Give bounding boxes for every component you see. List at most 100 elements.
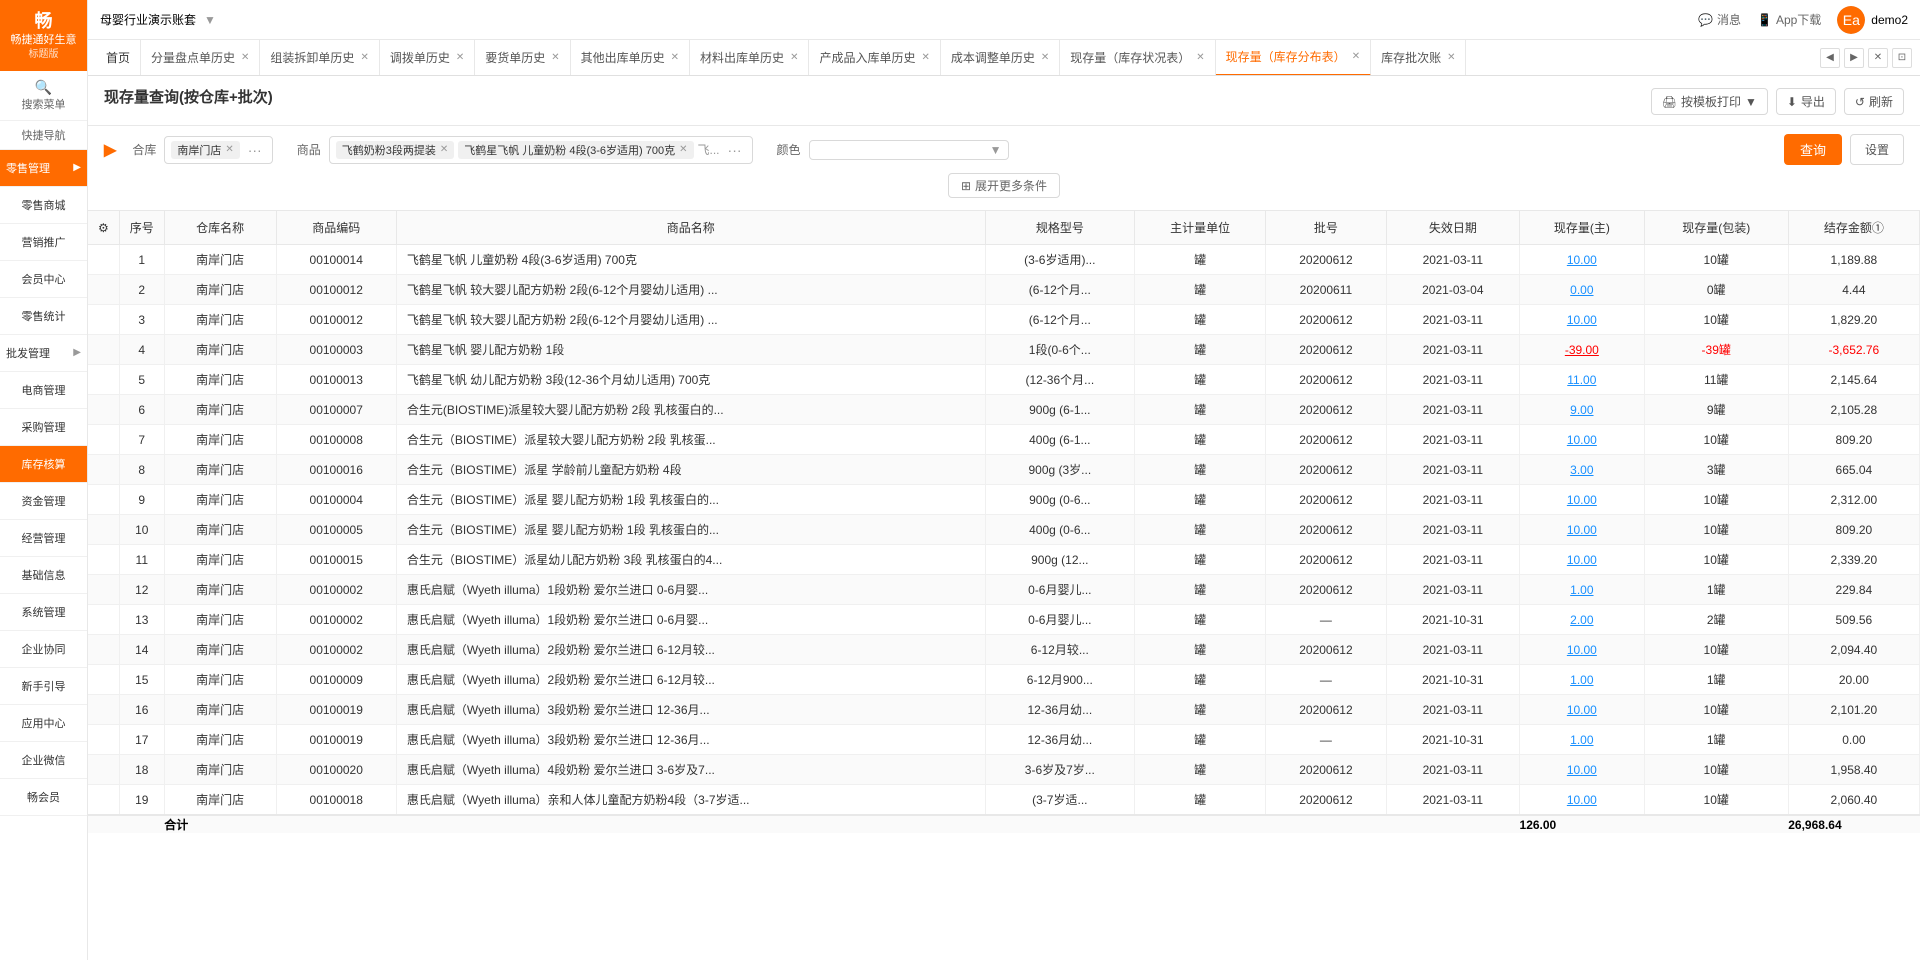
tab-close-icon[interactable]: ✕ <box>456 52 464 63</box>
tab-close-icon[interactable]: ✕ <box>1352 51 1360 62</box>
color-input[interactable]: ▼ <box>809 140 1009 160</box>
export-btn[interactable]: ⬇ 导出 <box>1776 88 1836 115</box>
sidebar-item-ecommerce[interactable]: 电商管理 <box>0 372 87 409</box>
tab-inventory-status[interactable]: 现存量（库存状况表） ✕ <box>1060 40 1215 76</box>
sidebar-item-finance[interactable]: 资金管理 <box>0 483 87 520</box>
sidebar-item-operations[interactable]: 经营管理 <box>0 520 87 557</box>
tab-requisition-history[interactable]: 要货单历史 ✕ <box>475 40 570 76</box>
cell-qty-main[interactable]: 3.00 <box>1520 455 1645 485</box>
message-btn[interactable]: 💬 消息 <box>1698 11 1741 28</box>
sidebar-item-app-center[interactable]: 应用中心 <box>0 705 87 742</box>
sidebar-item-marketing[interactable]: 营销推广 <box>0 224 87 261</box>
tab-other-outbound[interactable]: 其他出库单历史 ✕ <box>571 40 690 76</box>
sidebar-item-enterprise[interactable]: 企业协同 <box>0 631 87 668</box>
sidebar-item-system[interactable]: 系统管理 <box>0 594 87 631</box>
tab-material-outbound[interactable]: 材料出库单历史 ✕ <box>690 40 809 76</box>
tab-close-icon[interactable]: ✕ <box>671 52 679 63</box>
user-menu[interactable]: Ea demo2 <box>1837 6 1908 34</box>
cell-qty-main[interactable]: 9.00 <box>1520 395 1645 425</box>
cell-qty-main[interactable]: -39.00 <box>1520 335 1645 365</box>
tab-close-icon[interactable]: ✕ <box>551 52 559 63</box>
cell-qty-main[interactable]: 10.00 <box>1520 785 1645 816</box>
cell-qty-pkg: 10罐 <box>1644 635 1788 665</box>
tab-split-history[interactable]: 分量盘点单历史 ✕ <box>141 40 260 76</box>
sidebar-item-inventory[interactable]: 库存核算 <box>0 446 87 483</box>
product-tag-0-close[interactable]: ✕ <box>440 144 448 155</box>
cell-qty-main[interactable]: 1.00 <box>1520 725 1645 755</box>
tab-home[interactable]: 首页 <box>96 40 141 76</box>
tabs-close-btn[interactable]: ✕ <box>1868 48 1888 68</box>
app-download-btn[interactable]: 📱 App下载 <box>1757 11 1821 28</box>
warehouse-input[interactable]: 南岸门店 ✕ ··· <box>164 136 272 164</box>
warehouse-more-btn[interactable]: ··· <box>244 142 266 158</box>
tab-close-icon[interactable]: ✕ <box>360 52 368 63</box>
tab-disassemble-history[interactable]: 组装拆卸单历史 ✕ <box>260 40 379 76</box>
cell-qty-main[interactable]: 10.00 <box>1520 515 1645 545</box>
cell-spec: 1段(0-6个... <box>985 335 1134 365</box>
tab-close-icon[interactable]: ✕ <box>1447 52 1455 63</box>
tab-close-icon[interactable]: ✕ <box>921 52 929 63</box>
tabs-next-btn[interactable]: ▶ <box>1844 48 1864 68</box>
tab-product-inbound[interactable]: 产成品入库单历史 ✕ <box>809 40 940 76</box>
warehouse-tag-close[interactable]: ✕ <box>225 144 233 155</box>
table-row: 14南岸门店00100002惠氏启赋（Wyeth illuma）2段奶粉 爱尔兰… <box>88 635 1920 665</box>
setting-button[interactable]: 设置 <box>1850 134 1904 165</box>
cell-checkbox <box>88 335 119 365</box>
product-more-btn[interactable]: ··· <box>724 142 746 158</box>
sidebar-item-retail-mgmt[interactable]: 零售管理 ▶ <box>0 150 87 187</box>
filter-expand-btn[interactable]: ▶ <box>104 140 116 160</box>
sidebar-item-vip[interactable]: 畅会员 <box>0 779 87 816</box>
color-dropdown-icon[interactable]: ▼ <box>990 143 1002 157</box>
cell-spec: (6-12个月... <box>985 275 1134 305</box>
tabs-expand-btn[interactable]: ⊡ <box>1892 48 1912 68</box>
sidebar-item-purchase[interactable]: 采购管理 <box>0 409 87 446</box>
cell-qty-main[interactable]: 10.00 <box>1520 545 1645 575</box>
sidebar-item-retail-stats[interactable]: 零售统计 <box>0 298 87 335</box>
tab-inventory-distrib[interactable]: 现存量（库存分布表） ✕ <box>1216 40 1371 76</box>
cell-qty-main[interactable]: 10.00 <box>1520 245 1645 275</box>
cell-qty-main[interactable]: 0.00 <box>1520 275 1645 305</box>
expand-more-btn[interactable]: ⊞ 展开更多条件 <box>948 173 1060 198</box>
print-btn[interactable]: 🖨 按模板打印 ▼ <box>1651 88 1768 115</box>
cell-qty-main[interactable]: 11.00 <box>1520 365 1645 395</box>
cell-spec: 900g (3岁... <box>985 455 1134 485</box>
cell-qty-main[interactable]: 10.00 <box>1520 695 1645 725</box>
sidebar-item-member[interactable]: 会员中心 <box>0 261 87 298</box>
cell-qty-main[interactable]: 10.00 <box>1520 485 1645 515</box>
cell-qty-main[interactable]: 10.00 <box>1520 755 1645 785</box>
tab-batch-ledger[interactable]: 库存批次账 ✕ <box>1371 40 1466 76</box>
sidebar-item-guide[interactable]: 新手引导 <box>0 668 87 705</box>
cell-expire-date: 2021-10-31 <box>1386 665 1519 695</box>
cell-qty-main[interactable]: 2.00 <box>1520 605 1645 635</box>
sidebar-item-basic[interactable]: 基础信息 <box>0 557 87 594</box>
product-tag-1-close[interactable]: ✕ <box>679 144 687 155</box>
cell-unit: 罐 <box>1135 485 1266 515</box>
tab-close-icon[interactable]: ✕ <box>1196 52 1204 63</box>
query-button[interactable]: 查询 <box>1784 134 1842 165</box>
search-menu[interactable]: 🔍 搜索菜单 <box>0 71 87 121</box>
cell-product-name: 合生元（BIOSTIME）派星幼儿配方奶粉 3段 乳核蛋白的4... <box>396 545 985 575</box>
tab-cost-adjust[interactable]: 成本调整单历史 ✕ <box>941 40 1060 76</box>
sidebar-item-label: 营销推广 <box>22 234 66 250</box>
cell-qty-main[interactable]: 10.00 <box>1520 425 1645 455</box>
tabs-prev-btn[interactable]: ◀ <box>1820 48 1840 68</box>
cell-qty-main[interactable]: 1.00 <box>1520 575 1645 605</box>
tab-mix-history[interactable]: 调拨单历史 ✕ <box>380 40 475 76</box>
tab-close-icon[interactable]: ✕ <box>790 52 798 63</box>
sidebar-item-wechat[interactable]: 企业微信 <box>0 742 87 779</box>
cell-qty-main[interactable]: 10.00 <box>1520 305 1645 335</box>
tab-close-icon[interactable]: ✕ <box>1041 52 1049 63</box>
sidebar-item-retail-shop[interactable]: 零售商城 <box>0 187 87 224</box>
sidebar-item-wholesale[interactable]: 批发管理 ▶ <box>0 335 87 372</box>
cell-qty-main[interactable]: 1.00 <box>1520 665 1645 695</box>
tab-close-icon[interactable]: ✕ <box>241 52 249 63</box>
cell-expire-date: 2021-03-11 <box>1386 485 1519 515</box>
refresh-btn[interactable]: ↺ 刷新 <box>1844 88 1904 115</box>
col-settings[interactable]: ⚙ <box>88 211 119 245</box>
dropdown-arrow-icon[interactable]: ▼ <box>204 13 216 27</box>
quick-nav[interactable]: 快捷导航 <box>0 121 87 150</box>
cell-batch: 20200612 <box>1266 635 1386 665</box>
product-input[interactable]: 飞鹤奶粉3段两提装 ✕ 飞鹤星飞帆 儿童奶粉 4段(3-6岁适用) 700克 ✕… <box>329 136 753 164</box>
cell-qty-main[interactable]: 10.00 <box>1520 635 1645 665</box>
sidebar-item-label: 基础信息 <box>22 567 66 583</box>
